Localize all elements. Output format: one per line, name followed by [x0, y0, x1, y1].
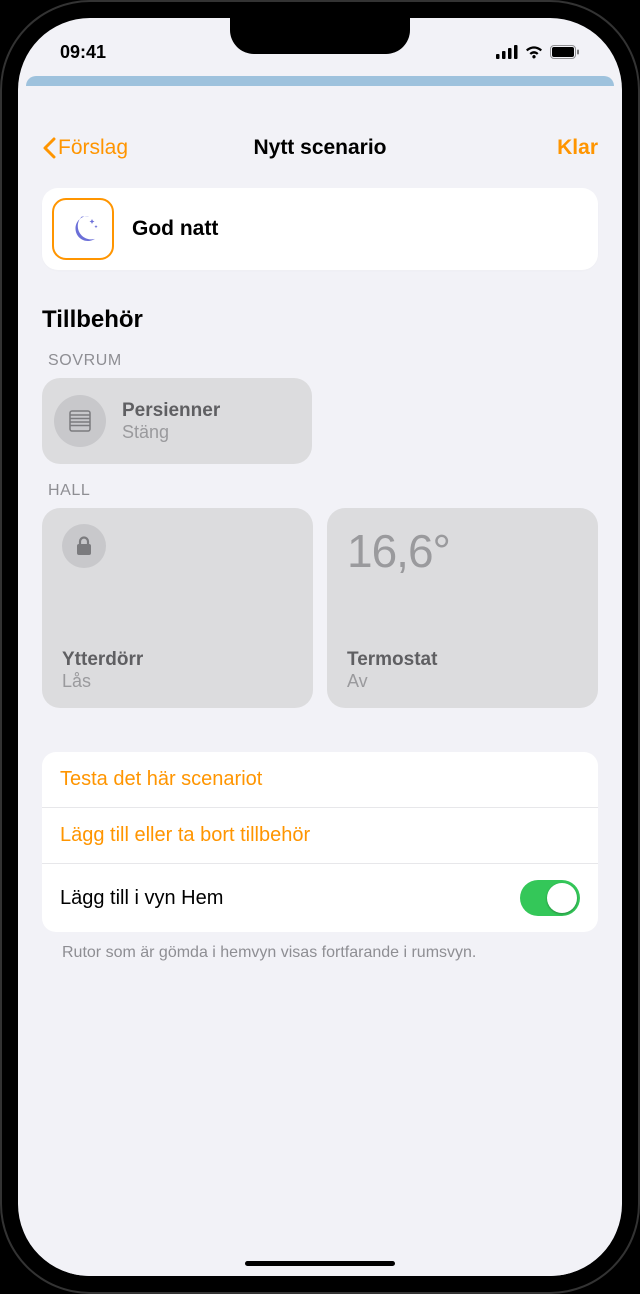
wifi-icon [524, 45, 544, 59]
moon-icon [66, 212, 100, 246]
add-to-home-row: Lägg till i vyn Hem [42, 863, 598, 932]
content: God natt Tillbehör SOVRUM Persienner Stä… [24, 176, 616, 964]
add-to-home-label: Lägg till i vyn Hem [60, 887, 223, 910]
switch-knob [547, 883, 577, 913]
actions-list: Testa det här scenariot Lägg till eller … [42, 752, 598, 932]
tile-name: Ytterdörr [62, 649, 293, 671]
tile-name: Termostat [347, 649, 578, 671]
back-label: Förslag [58, 136, 128, 160]
status-time: 09:41 [60, 42, 106, 63]
cellular-icon [496, 45, 518, 59]
back-button[interactable]: Förslag [42, 136, 128, 160]
home-indicator[interactable] [245, 1261, 395, 1266]
scene-name: God natt [132, 217, 218, 241]
phone-screen: 09:41 Förslag Nytt scenario Klar [18, 18, 622, 1276]
tile-blinds[interactable]: Persienner Stäng [42, 378, 312, 464]
hall-row: Ytterdörr Lås 16,6° Termostat Av [42, 508, 598, 708]
bedroom-row: Persienner Stäng [42, 378, 598, 464]
thermostat-value: 16,6° [347, 524, 450, 578]
nav-bar: Förslag Nytt scenario Klar [24, 118, 616, 176]
footer-note: Rutor som är gömda i hemvyn visas fortfa… [42, 932, 598, 964]
lock-icon [62, 524, 106, 568]
tile-status: Av [347, 671, 578, 692]
done-button[interactable]: Klar [557, 136, 598, 160]
chevron-left-icon [42, 137, 56, 159]
modal-sheet: Förslag Nytt scenario Klar God natt Till… [24, 118, 616, 1276]
tile-name: Persienner [122, 400, 220, 422]
status-right [496, 45, 580, 59]
tile-status: Stäng [122, 422, 220, 443]
accessories-title: Tillbehör [42, 306, 598, 334]
tile-text: Persienner Stäng [122, 400, 220, 443]
add-remove-accessories-button[interactable]: Lägg till eller ta bort tillbehör [42, 807, 598, 863]
blinds-icon [54, 395, 106, 447]
tile-status: Lås [62, 671, 293, 692]
tile-thermostat[interactable]: 16,6° Termostat Av [327, 508, 598, 708]
tile-door-lock[interactable]: Ytterdörr Lås [42, 508, 313, 708]
background-sheet-strip [26, 76, 614, 86]
room-label-hall: HALL [48, 482, 598, 500]
scene-card[interactable]: God natt [42, 188, 598, 270]
room-label-bedroom: SOVRUM [48, 352, 598, 370]
add-to-home-toggle[interactable] [520, 880, 580, 916]
test-scenario-button[interactable]: Testa det här scenariot [42, 752, 598, 807]
battery-icon [550, 45, 580, 59]
phone-frame: 09:41 Förslag Nytt scenario Klar [0, 0, 640, 1294]
notch [230, 18, 410, 54]
scene-icon-box [52, 198, 114, 260]
